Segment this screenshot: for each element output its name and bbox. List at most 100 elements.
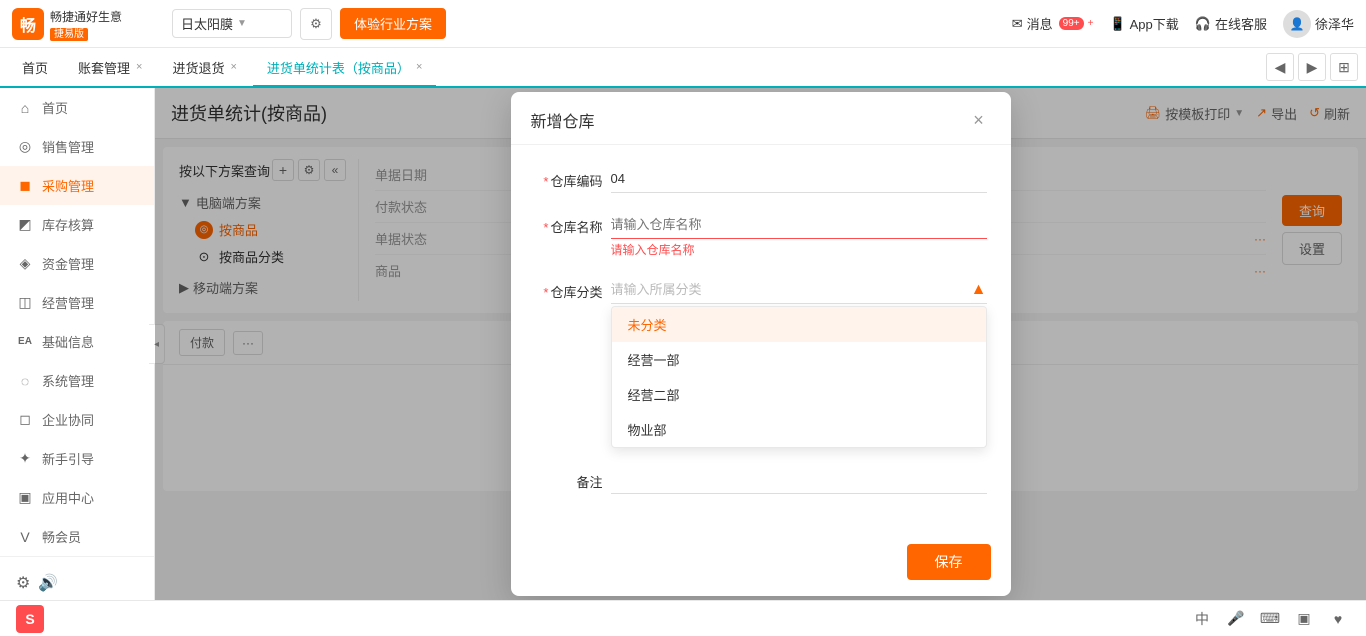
tab-account-management[interactable]: 账套管理 × <box>64 50 156 87</box>
dialog-header: 新增仓库 × <box>511 92 1011 145</box>
volume-icon[interactable]: 🔊 <box>38 573 58 593</box>
top-header: 畅 畅捷通好生意 捷易版 日太阳膜 ▼ ⚙ 体验行业方案 ✉ 消息 99+ + … <box>0 0 1366 48</box>
search-chevron-icon: ▼ <box>237 18 247 29</box>
search-selector[interactable]: 日太阳膜 ▼ <box>172 9 292 38</box>
settings-icon[interactable]: ⚙ <box>16 573 30 593</box>
tab-purchase-stats[interactable]: 进货单统计表（按商品） × <box>253 50 436 87</box>
sidebar-item-inventory[interactable]: ◩ 库存核算 <box>0 205 154 244</box>
purchase-icon: ◼ <box>16 177 34 195</box>
wifi-icon[interactable]: ♥ <box>1326 607 1350 631</box>
main-wrapper: ⌂ 首页 ◎ 销售管理 ◼ 采购管理 ◩ 库存核算 ◈ 资金管理 ◫ 经营管理 <box>0 88 1366 600</box>
dialog-add-warehouse: 新增仓库 × *仓库编码 <box>511 92 1011 596</box>
tab-close-icon-3[interactable]: × <box>416 61 422 73</box>
warehouse-name-input[interactable] <box>611 211 987 239</box>
operation-icon: ◫ <box>16 294 34 312</box>
finance-icon: ◈ <box>16 255 34 273</box>
tab-home-label: 首页 <box>22 58 48 77</box>
form-row-name: *仓库名称 请输入仓库名称 <box>535 211 987 258</box>
sidebar-item-guide[interactable]: ✦ 新手引导 <box>0 439 154 478</box>
sales-icon: ◎ <box>16 138 34 156</box>
member-icon: V <box>16 528 34 546</box>
warehouse-category-input[interactable] <box>611 276 971 303</box>
dialog-title: 新增仓库 <box>531 108 595 132</box>
gear-button[interactable]: ⚙ <box>300 8 332 40</box>
warehouse-name-error: 请输入仓库名称 <box>611 241 987 258</box>
tab-close-icon[interactable]: × <box>136 61 142 73</box>
chinese-input-icon[interactable]: 中 <box>1190 607 1214 631</box>
s-logo: S <box>16 605 44 633</box>
tabs-controls: ◀ ▶ ⊞ <box>1266 53 1358 81</box>
tab-purchase-return[interactable]: 进货退货 × <box>158 50 250 87</box>
mic-icon[interactable]: 🎤 <box>1224 607 1248 631</box>
user-avatar: 👤 <box>1283 10 1311 38</box>
dialog-close-button[interactable]: × <box>967 108 991 132</box>
sidebar-item-purchase[interactable]: ◼ 采购管理 <box>0 166 154 205</box>
form-row-code: *仓库编码 <box>535 165 987 193</box>
bottom-bar: S 中 🎤 ⌨ ▣ ♥ <box>0 600 1366 636</box>
tab-expand-button[interactable]: ⊞ <box>1330 53 1358 81</box>
sidebar-item-home[interactable]: ⌂ 首页 <box>0 88 154 127</box>
guide-icon: ✦ <box>16 450 34 468</box>
notes-control <box>611 466 987 494</box>
logo-text: 畅捷通好生意 捷易版 <box>50 8 122 40</box>
apps-icon: ▣ <box>16 489 34 507</box>
sidebar-wrapper: ⌂ 首页 ◎ 销售管理 ◼ 采购管理 ◩ 库存核算 ◈ 资金管理 ◫ 经营管理 <box>0 88 155 600</box>
sidebar-item-system[interactable]: ◌ 系统管理 <box>0 361 154 400</box>
screen-icon[interactable]: ▣ <box>1292 607 1316 631</box>
headset-icon: 🎧 <box>1195 16 1211 32</box>
sidebar-item-enterprise[interactable]: ◻ 企业协同 <box>0 400 154 439</box>
sidebar-item-apps[interactable]: ▣ 应用中心 <box>0 478 154 517</box>
modal-overlay: 新增仓库 × *仓库编码 <box>155 88 1366 600</box>
tabs-bar: 首页 账套管理 × 进货退货 × 进货单统计表（按商品） × ◀ ▶ ⊞ <box>0 48 1366 88</box>
dropdown-item-uncategorized[interactable]: 未分类 <box>612 307 986 342</box>
warehouse-code-input[interactable] <box>611 165 987 193</box>
content-area: 进货单统计(按商品) 🖨 按模板打印 ▼ ↗ 导出 ↺ 刷新 <box>155 88 1366 600</box>
warehouse-name-control: 请输入仓库名称 <box>611 211 987 258</box>
tab-purchase-stats-label: 进货单统计表（按商品） <box>267 58 410 77</box>
category-dropdown: 未分类 经营一部 经营二部 物业部 <box>611 306 987 448</box>
system-icon: ◌ <box>16 372 34 390</box>
warehouse-name-label: *仓库名称 <box>535 211 603 236</box>
header-right: ✉ 消息 99+ + 📱 App下载 🎧 在线客服 👤 徐泽华 <box>1012 10 1354 38</box>
tab-next-button[interactable]: ▶ <box>1298 53 1326 81</box>
form-row-category: *仓库分类 ▲ 未分类 经营一部 经营二部 <box>535 276 987 448</box>
enterprise-icon: ◻ <box>16 411 34 429</box>
notes-input[interactable] <box>611 466 987 494</box>
message-icon: ✉ <box>1012 16 1023 32</box>
sidebar-item-member[interactable]: V 畅会员 <box>0 517 154 556</box>
inventory-icon: ◩ <box>16 216 34 234</box>
sidebar: ⌂ 首页 ◎ 销售管理 ◼ 采购管理 ◩ 库存核算 ◈ 资金管理 ◫ 经营管理 <box>0 88 155 609</box>
keyboard-icon[interactable]: ⌨ <box>1258 607 1282 631</box>
user-profile[interactable]: 👤 徐泽华 <box>1283 10 1354 38</box>
dialog-footer: 保存 <box>511 532 1011 596</box>
online-service-button[interactable]: 🎧 在线客服 <box>1195 14 1267 33</box>
sidebar-item-sales[interactable]: ◎ 销售管理 <box>0 127 154 166</box>
form-row-notes: 备注 <box>535 466 987 494</box>
dropdown-item-dept1[interactable]: 经营一部 <box>612 342 986 377</box>
app-download-button[interactable]: 📱 App下载 <box>1109 14 1178 33</box>
sidebar-item-basic[interactable]: EA 基础信息 <box>0 322 154 361</box>
messages-button[interactable]: ✉ 消息 99+ + <box>1012 14 1094 33</box>
tab-home[interactable]: 首页 <box>8 50 62 87</box>
category-toggle-icon[interactable]: ▲ <box>971 281 987 299</box>
tab-prev-button[interactable]: ◀ <box>1266 53 1294 81</box>
dropdown-item-dept2[interactable]: 经营二部 <box>612 377 986 412</box>
sidebar-item-operation[interactable]: ◫ 经营管理 <box>0 283 154 322</box>
dialog-body: *仓库编码 *仓库名称 请输入仓库名称 <box>511 145 1011 532</box>
sidebar-item-finance[interactable]: ◈ 资金管理 <box>0 244 154 283</box>
header-search-area: 日太阳膜 ▼ ⚙ 体验行业方案 <box>172 8 1002 40</box>
warehouse-code-label: *仓库编码 <box>535 165 603 190</box>
trial-button[interactable]: 体验行业方案 <box>340 8 446 39</box>
tab-close-icon-2[interactable]: × <box>230 61 236 73</box>
logo-area: 畅 畅捷通好生意 捷易版 <box>12 8 162 40</box>
tab-account-label: 账套管理 <box>78 58 130 77</box>
basic-icon: EA <box>16 333 34 351</box>
warehouse-category-label: *仓库分类 <box>535 276 603 301</box>
app-logo-icon: 畅 <box>12 8 44 40</box>
warehouse-code-control <box>611 165 987 193</box>
warehouse-category-control: ▲ 未分类 经营一部 经营二部 物业部 <box>611 276 987 448</box>
dropdown-item-dept3[interactable]: 物业部 <box>612 412 986 447</box>
save-button[interactable]: 保存 <box>907 544 991 580</box>
phone-icon: 📱 <box>1109 16 1125 32</box>
category-input-wrapper: ▲ <box>611 276 987 304</box>
